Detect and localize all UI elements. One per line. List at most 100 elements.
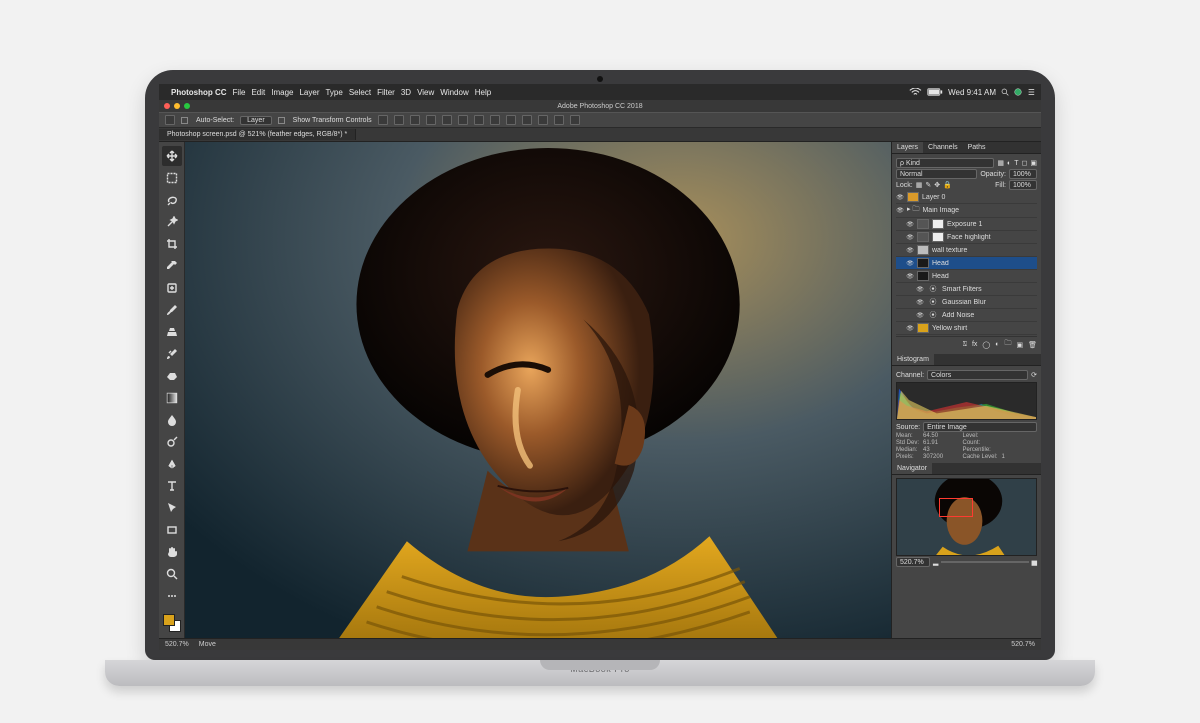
options-bar[interactable]: Auto-Select: Layer Show Transform Contro… <box>159 112 1041 128</box>
marquee-tool[interactable] <box>162 168 182 188</box>
layer-visibility-icon[interactable]: 👁 <box>916 299 924 306</box>
histogram-panel[interactable]: Histogram Channel: Colors ⟳ <box>892 354 1041 463</box>
layer-group-icon[interactable]: 🗀 <box>1004 339 1011 350</box>
blur-tool[interactable] <box>162 410 182 430</box>
hist-source-dropdown[interactable]: Entire Image <box>923 422 1037 432</box>
type-tool[interactable] <box>162 476 182 496</box>
tab-layers[interactable]: Layers <box>892 142 923 153</box>
toolbox[interactable] <box>159 142 185 638</box>
distribute-icon[interactable] <box>490 115 500 125</box>
menu-window[interactable]: Window <box>440 88 468 97</box>
layer-visibility-icon[interactable]: 👁 <box>916 312 924 319</box>
layer-filter-kind[interactable]: ρ Kind <box>896 158 994 168</box>
clone-stamp-tool[interactable] <box>162 322 182 342</box>
distribute-icon[interactable] <box>474 115 484 125</box>
lock-trans-icon[interactable]: ▦ <box>916 181 923 189</box>
layer-row[interactable]: 👁 wall texture <box>896 244 1037 257</box>
layer-row[interactable]: 👁⦿Smart Filters <box>896 283 1037 296</box>
layers-panel[interactable]: Layers Channels Paths ρ Kind ▦ ◐ T ◻ <box>892 142 1041 354</box>
color-swatch[interactable] <box>163 614 181 632</box>
wifi-icon[interactable] <box>909 88 922 96</box>
align-icon[interactable] <box>394 115 404 125</box>
macos-menubar[interactable]: Photoshop CC File Edit Image Layer Type … <box>159 84 1041 100</box>
status-zoom-left[interactable]: 520.7% <box>165 641 189 648</box>
navigator-panel[interactable]: Navigator <box>892 463 1041 638</box>
align-icon[interactable] <box>378 115 388 125</box>
layer-visibility-icon[interactable]: 👁 <box>896 194 904 201</box>
layer-row[interactable]: 👁⦿Gaussian Blur <box>896 296 1037 309</box>
layer-name[interactable]: Head <box>932 273 1037 280</box>
blend-mode-dropdown[interactable]: Normal <box>896 169 977 179</box>
spotlight-icon[interactable] <box>1001 88 1009 96</box>
document-tabbar[interactable]: Photoshop screen.psd @ 521% (feather edg… <box>159 128 1041 142</box>
delete-layer-icon[interactable]: 🗑 <box>1028 341 1037 349</box>
dodge-tool[interactable] <box>162 432 182 452</box>
hist-channel-dropdown[interactable]: Colors <box>927 370 1028 380</box>
adjustment-layer-icon[interactable]: ◐ <box>995 341 999 348</box>
lock-pos-icon[interactable]: ✥ <box>934 181 940 189</box>
layer-visibility-icon[interactable]: 👁 <box>906 325 914 332</box>
gradient-tool[interactable] <box>162 388 182 408</box>
link-layers-icon[interactable]: ⍂ <box>963 341 967 349</box>
layer-name[interactable]: wall texture <box>932 247 1037 254</box>
layer-row[interactable]: 👁Exposure 1 <box>896 218 1037 231</box>
menu-3d[interactable]: 3D <box>401 88 411 97</box>
show-transform-checkbox[interactable] <box>278 117 285 124</box>
notification-center-icon[interactable] <box>1027 88 1035 96</box>
history-brush-tool[interactable] <box>162 344 182 364</box>
layer-name[interactable]: Add Noise <box>942 312 1037 319</box>
move-tool[interactable] <box>162 146 182 166</box>
layer-visibility-icon[interactable]: 👁 <box>906 260 914 267</box>
zoom-in-icon[interactable]: ▅ <box>1032 558 1037 566</box>
layer-name[interactable]: Yellow shirt <box>932 325 1037 332</box>
menu-image[interactable]: Image <box>271 88 293 97</box>
spot-heal-tool[interactable] <box>162 278 182 298</box>
navigator-viewport-box[interactable] <box>939 498 974 517</box>
layer-row[interactable]: 👁 Head <box>896 257 1037 270</box>
canvas[interactable] <box>185 142 891 638</box>
zoom-slider[interactable] <box>941 561 1028 563</box>
align-icon[interactable] <box>458 115 468 125</box>
tool-preset-icon[interactable] <box>165 115 175 125</box>
zoom-out-icon[interactable]: ▂ <box>933 558 938 566</box>
menu-layer[interactable]: Layer <box>299 88 319 97</box>
document-tab[interactable]: Photoshop screen.psd @ 521% (feather edg… <box>159 129 356 140</box>
filter-pixel-icon[interactable]: ▦ <box>997 159 1004 167</box>
align-icon[interactable] <box>442 115 452 125</box>
filter-smart-icon[interactable]: ▣ <box>1030 159 1037 167</box>
navigator-zoom-field[interactable]: 520.7% <box>896 557 930 567</box>
layer-name[interactable]: Exposure 1 <box>947 221 1037 228</box>
opacity-field[interactable]: 100% <box>1009 169 1037 179</box>
layer-row[interactable]: 👁⦿Add Noise <box>896 309 1037 322</box>
siri-icon[interactable] <box>1014 88 1022 96</box>
right-panels[interactable]: Layers Channels Paths ρ Kind ▦ ◐ T ◻ <box>891 142 1041 638</box>
folder-icon[interactable]: ▸ 🗀 <box>907 205 919 216</box>
layer-row[interactable]: 👁Layer 0 <box>896 191 1037 204</box>
eyedropper-tool[interactable] <box>162 256 182 276</box>
distribute-icon[interactable] <box>506 115 516 125</box>
layer-row[interactable]: 👁 Yellow shirt <box>896 322 1037 335</box>
menubar-clock[interactable]: Wed 9:41 AM <box>948 88 996 97</box>
menu-type[interactable]: Type <box>325 88 342 97</box>
menu-edit[interactable]: Edit <box>251 88 265 97</box>
align-icon[interactable] <box>426 115 436 125</box>
lock-paint-icon[interactable]: ✎ <box>925 181 931 189</box>
layer-visibility-icon[interactable]: 👁 <box>906 247 914 254</box>
menu-select[interactable]: Select <box>349 88 371 97</box>
layer-visibility-icon[interactable]: 👁 <box>896 207 904 214</box>
layer-visibility-icon[interactable]: 👁 <box>916 286 924 293</box>
lasso-tool[interactable] <box>162 190 182 210</box>
app-name[interactable]: Photoshop CC <box>171 88 227 97</box>
distribute-icon[interactable] <box>522 115 532 125</box>
edit-toolbar-icon[interactable] <box>162 586 182 606</box>
eraser-tool[interactable] <box>162 366 182 386</box>
tab-channels[interactable]: Channels <box>923 142 963 153</box>
menu-file[interactable]: File <box>233 88 246 97</box>
lock-all-icon[interactable]: 🔒 <box>943 181 952 189</box>
layer-name[interactable]: Head <box>932 260 1037 267</box>
pen-tool[interactable] <box>162 454 182 474</box>
layer-name[interactable]: Smart Filters <box>942 286 1037 293</box>
brush-tool[interactable] <box>162 300 182 320</box>
3d-mode-icon[interactable] <box>570 115 580 125</box>
distribute-icon[interactable] <box>538 115 548 125</box>
